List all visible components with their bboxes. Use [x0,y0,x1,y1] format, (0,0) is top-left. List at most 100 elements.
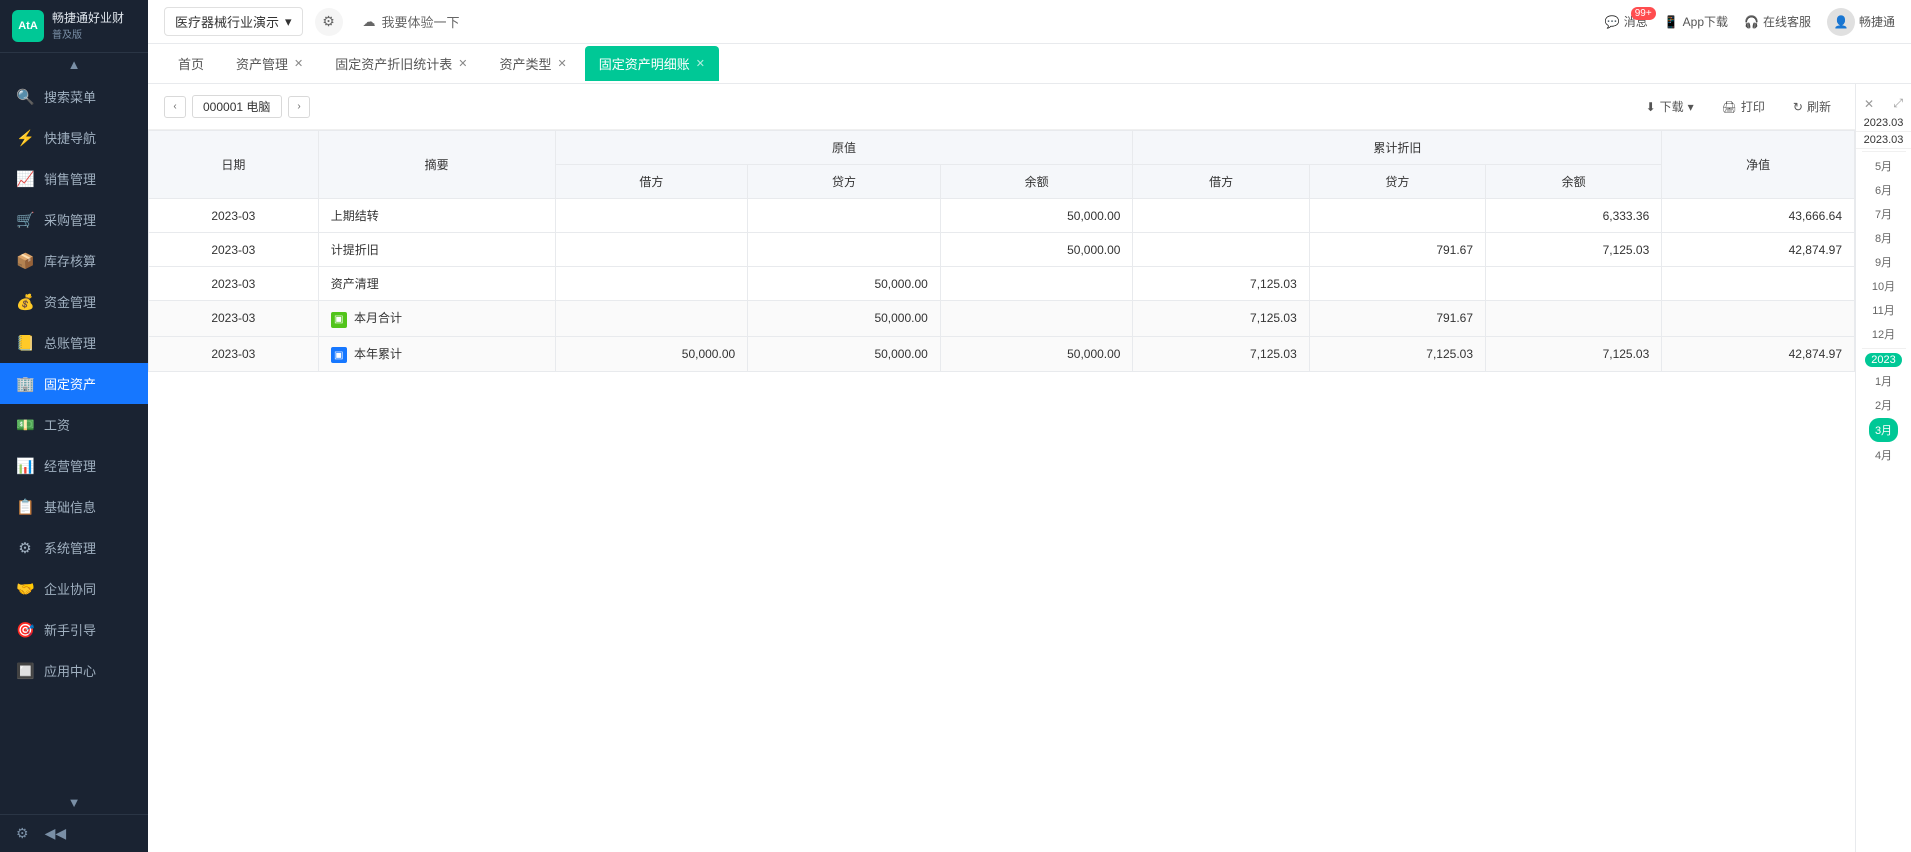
col-accum-credit: 贷方 [1309,165,1485,199]
sidebar-item-search[interactable]: 🔍 搜索菜单 [0,76,148,117]
app-download-btn[interactable]: 📱 App下载 [1664,13,1728,30]
table-row: 2023-03 计提折旧 50,000.00 791.67 7,125.03 4… [149,233,1855,267]
timeline-close-btn[interactable]: ✕ [1864,97,1874,111]
row-orig-balance: 50,000.00 [940,233,1133,267]
table-row: 2023-03 ▣ 本月合计 50,000.00 7,125.03 791.67 [149,301,1855,337]
sidebar-item-operations[interactable]: 📊 经营管理 [0,445,148,486]
collapse-icon[interactable]: ◀◀ [45,825,67,842]
row-date: 2023-03 [149,336,319,372]
row-orig-balance: 50,000.00 [940,336,1133,372]
timeline-sub-month[interactable]: 2月 [1865,393,1902,417]
row-accum-debit [1133,233,1309,267]
tab-asset-type[interactable]: 资产类型 ✕ [485,46,580,81]
row-orig-debit [555,301,748,337]
col-original-value: 原值 [555,131,1133,165]
timeline-controls: ✕ ⤢ [1856,92,1911,115]
close-asset-type[interactable]: ✕ [558,57,567,70]
timeline-divider2 [1862,348,1906,349]
sidebar-scroll-down[interactable]: ▼ [0,791,148,814]
row-date: 2023-03 [149,301,319,337]
sidebar-item-guide[interactable]: 🎯 新手引导 [0,609,148,650]
tab-home[interactable]: 首页 [164,46,218,81]
col-orig-credit: 贷方 [748,165,941,199]
sidebar-item-fixed-assets[interactable]: 🏢 固定资产 [0,363,148,404]
row-orig-debit [555,199,748,233]
customer-service-btn[interactable]: 🎧 在线客服 [1744,13,1811,30]
sidebar-scroll-up[interactable]: ▲ [0,53,148,76]
app-version: 普及版 [52,26,124,41]
settings-icon[interactable]: ⚙ [16,825,29,842]
timeline-sub-month[interactable]: 4月 [1865,443,1902,467]
user-avatar-btn[interactable]: 👤 畅捷通 [1827,8,1895,36]
close-asset-detail[interactable]: ✕ [696,57,705,70]
row-net-value: 42,874.97 [1662,233,1855,267]
timeline-month[interactable]: 7月 [1866,202,1901,226]
timeline-month[interactable]: 6月 [1866,178,1901,202]
sidebar-menu: 🔍 搜索菜单⚡ 快捷导航📈 销售管理🛒 采购管理📦 库存核算💰 资金管理📒 总账… [0,76,148,791]
sidebar-item-fund[interactable]: 💰 资金管理 [0,281,148,322]
timeline-expand-btn[interactable]: ⤢ [1893,96,1903,111]
row-orig-balance: 50,000.00 [940,199,1133,233]
row-summary-cell: 资产清理 [318,267,555,301]
sidebar-item-sales[interactable]: 📈 销售管理 [0,158,148,199]
sidebar-item-basic-info[interactable]: 📋 基础信息 [0,486,148,527]
row-orig-credit: 50,000.00 [748,336,941,372]
experience-btn[interactable]: ☁ 我要体验一下 [363,12,460,31]
sidebar-item-payroll[interactable]: 💵 工资 [0,404,148,445]
row-accum-balance: 7,125.03 [1486,336,1662,372]
row-accum-balance [1486,301,1662,337]
sidebar-item-system[interactable]: ⚙ 系统管理 [0,527,148,568]
timeline-sub-month[interactable]: 1月 [1865,369,1902,393]
app-name: 畅捷通好业财 [52,11,124,27]
sidebar-item-enterprise[interactable]: 🤝 企业协同 [0,568,148,609]
message-badge: 99+ [1631,7,1656,20]
company-selector[interactable]: 医疗器械行业演示 ▾ [164,7,303,36]
col-orig-debit: 借方 [555,165,748,199]
timeline-month[interactable]: 12月 [1866,322,1901,346]
sidebar-bottom: ⚙ ◀◀ [0,814,148,852]
next-asset-btn[interactable]: › [288,96,310,118]
row-summary-cell: ▣ 本月合计 [318,301,555,337]
timeline-year-badge[interactable]: 2023 [1865,353,1901,367]
timeline-sub-month[interactable]: 3月 [1869,418,1898,442]
download-btn[interactable]: ⬇ 下载 ▾ [1638,94,1702,119]
sidebar-item-ledger[interactable]: 📒 总账管理 [0,322,148,363]
sub-toolbar: ‹ 000001 电脑 › ⬇ 下载 ▾ 🖨 打印 ↻ [148,84,1855,130]
content-main: ‹ 000001 电脑 › ⬇ 下载 ▾ 🖨 打印 ↻ [148,84,1855,852]
timeline-month[interactable]: 11月 [1866,298,1901,322]
row-accum-credit: 791.67 [1309,301,1485,337]
sidebar-item-quick-nav[interactable]: ⚡ 快捷导航 [0,117,148,158]
message-btn[interactable]: 💬 消息 99+ [1605,13,1648,30]
timeline-month[interactable]: 9月 [1866,250,1901,274]
sidebar-item-label: 总账管理 [44,333,96,352]
refresh-icon: ↻ [1793,100,1803,114]
row-orig-credit: 50,000.00 [748,301,941,337]
table-row: 2023-03 资产清理 50,000.00 7,125.03 [149,267,1855,301]
close-depreciation-table[interactable]: ✕ [458,57,467,70]
timeline-month[interactable]: 10月 [1866,274,1901,298]
timeline-month[interactable]: 5月 [1866,154,1901,178]
topbar: 医疗器械行业演示 ▾ ⚙ ☁ 我要体验一下 💬 消息 99+ 📱 App下载 🎧… [148,0,1911,44]
row-orig-balance [940,301,1133,337]
tab-asset-mgmt[interactable]: 资产管理 ✕ [222,46,317,81]
payroll-icon: 💵 [16,416,34,434]
refresh-btn[interactable]: ↻ 刷新 [1785,94,1839,119]
sidebar-item-apps[interactable]: 🔲 应用中心 [0,650,148,691]
tab-depreciation-table[interactable]: 固定资产折旧统计表 ✕ [321,46,481,81]
close-asset-mgmt[interactable]: ✕ [294,57,303,70]
sidebar-item-label: 资金管理 [44,292,96,311]
print-btn[interactable]: 🖨 打印 [1714,94,1773,119]
prev-asset-btn[interactable]: ‹ [164,96,186,118]
asset-code: 000001 电脑 [192,95,282,118]
tabbar: 首页 资产管理 ✕ 固定资产折旧统计表 ✕ 资产类型 ✕ 固定资产明细账 ✕ [148,44,1911,84]
tab-asset-detail[interactable]: 固定资产明细账 ✕ [585,46,719,81]
sidebar-item-inventory[interactable]: 📦 库存核算 [0,240,148,281]
row-net-value: 43,666.64 [1662,199,1855,233]
sidebar-item-purchase[interactable]: 🛒 采购管理 [0,199,148,240]
row-orig-debit: 50,000.00 [555,336,748,372]
timeline-month[interactable]: 8月 [1866,226,1901,250]
system-icon: ⚙ [16,539,34,557]
settings-btn[interactable]: ⚙ [315,8,343,36]
avatar: 👤 [1827,8,1855,36]
sidebar-item-label: 企业协同 [44,579,96,598]
